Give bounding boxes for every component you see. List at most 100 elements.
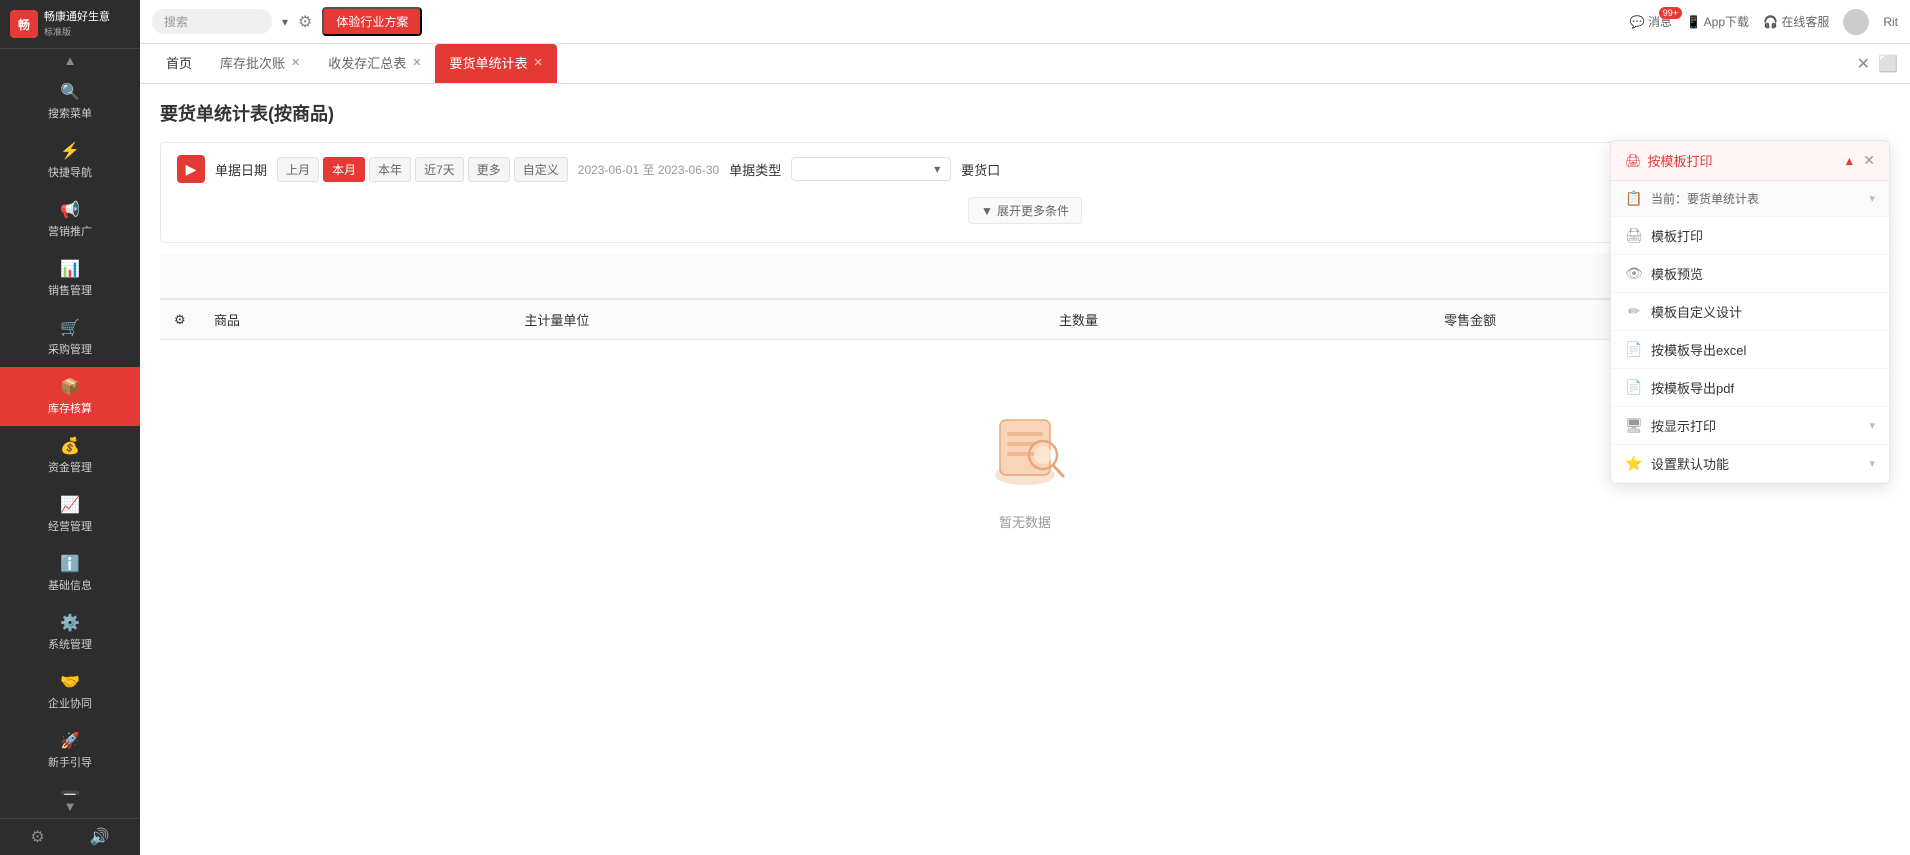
export-pdf-icon: 📄 xyxy=(1625,379,1643,396)
tab-inventory-batch-close[interactable]: ✕ xyxy=(291,56,300,69)
sidebar-item-label-operation: 经营管理 xyxy=(48,518,92,534)
window-buttons: ✕ ⬜ xyxy=(1857,54,1898,74)
basic-icon: ℹ️ xyxy=(60,554,80,574)
dropdown-chevron-icon[interactable]: ▲ xyxy=(1843,154,1855,168)
operation-icon: 📈 xyxy=(60,495,80,515)
sidebar-item-basic[interactable]: ℹ️ 基础信息 xyxy=(0,544,140,603)
date-btn-more[interactable]: 更多 xyxy=(468,157,510,182)
dropdown-close-icon[interactable]: ✕ xyxy=(1863,152,1875,169)
empty-icon xyxy=(975,400,1075,500)
dropdown-item-set-default[interactable]: ⭐ 设置默认功能 ▾ xyxy=(1611,445,1889,483)
dropdown-header: 🖨 按模板打印 ▲ ✕ xyxy=(1611,141,1889,181)
logo-area: 畅 畅康通好生意 标准版 xyxy=(0,0,140,49)
dropdown-item-display-print[interactable]: 🖥 按显示打印 ▾ xyxy=(1611,407,1889,445)
filter-toggle-btn[interactable]: ▶ xyxy=(177,155,205,183)
settings-icon[interactable]: ⚙ xyxy=(30,827,44,847)
tab-home[interactable]: 首页 xyxy=(152,44,206,83)
date-btn-this-month[interactable]: 本月 xyxy=(323,157,365,182)
message-icon: 💬 xyxy=(1630,15,1645,29)
template-design-label: 模板自定义设计 xyxy=(1651,302,1742,321)
finance-icon: 💰 xyxy=(60,436,80,456)
sidebar-item-search[interactable]: 🔍搜索菜单 xyxy=(0,72,140,131)
sidebar-footer: ⚙ 🔊 xyxy=(0,818,140,855)
sidebar-item-appstore[interactable]: 🔲应用中心 xyxy=(0,780,140,795)
maximize-window-icon[interactable]: ⬜ xyxy=(1878,54,1898,74)
sidebar-item-finance[interactable]: 💰资金管理 xyxy=(0,426,140,485)
col-goods: 商品 xyxy=(200,300,510,340)
sidebar-item-purchase[interactable]: 🛒 采购管理 xyxy=(0,308,140,367)
sidebar-item-label-basic: 基础信息 xyxy=(48,577,92,593)
app-name: 畅康通好生意 xyxy=(44,10,110,24)
col-settings[interactable]: ⚙ xyxy=(160,300,200,340)
expand-conditions-btn[interactable]: ▼ 展开更多条件 xyxy=(968,197,1082,224)
page-title: 要货单统计表(按商品) xyxy=(160,100,1890,126)
sidebar-item-system[interactable]: ⚙️系统管理 xyxy=(0,603,140,662)
template-preview-label: 模板预览 xyxy=(1651,264,1703,283)
topbar: 搜索 ▾ ⚙ 体验行业方案 💬 消息 99+ 📱 App下载 🎧 在线客服 Ri… xyxy=(140,0,1910,44)
user-avatar[interactable] xyxy=(1843,9,1869,35)
expand-icon: ▼ xyxy=(981,204,993,218)
app-badge: 标准版 xyxy=(44,25,110,38)
dropdown-item-template-print[interactable]: 🖨 模板打印 xyxy=(1611,217,1889,255)
tab-collection-summary[interactable]: 收发存汇总表 ✕ xyxy=(314,44,435,83)
type-filter-select[interactable]: ▾ xyxy=(791,157,951,181)
sidebar-item-label-shortcut: 快捷导航 xyxy=(48,164,92,180)
sidebar-item-marketing[interactable]: 📢营销推广 xyxy=(0,190,140,249)
dropdown-item-export-excel[interactable]: 📄 按模板导出excel xyxy=(1611,331,1889,369)
template-print-label: 模板打印 xyxy=(1651,226,1703,245)
sidebar-item-guide[interactable]: 🚀新手引导 xyxy=(0,721,140,780)
message-btn[interactable]: 💬 消息 99+ xyxy=(1630,13,1672,30)
guide-icon: 🚀 xyxy=(60,731,80,751)
date-btn-this-year[interactable]: 本年 xyxy=(369,157,411,182)
col-unit: 主计量单位 xyxy=(510,300,1045,340)
date-range-display: 2023-06-01 至 2023-06-30 xyxy=(578,161,719,178)
scroll-up-btn[interactable]: ▲ xyxy=(0,49,140,72)
logo-text-block: 畅康通好生意 标准版 xyxy=(44,10,110,37)
type-filter-label: 单据类型 xyxy=(729,160,781,179)
purchase-icon: 🛒 xyxy=(60,318,80,338)
trial-button[interactable]: 体验行业方案 xyxy=(322,7,422,36)
tab-collection-summary-close[interactable]: ✕ xyxy=(412,56,421,69)
message-count: 99+ xyxy=(1659,7,1682,19)
sidebar-item-inventory[interactable]: 📦库存核算 xyxy=(0,367,140,426)
sidebar-item-shortcut[interactable]: ⚡快捷导航 xyxy=(0,131,140,190)
topbar-search[interactable]: 搜索 xyxy=(152,9,272,34)
dropdown-item-template-preview[interactable]: 👁 模板预览 xyxy=(1611,255,1889,293)
tab-inventory-batch-label: 库存批次账 xyxy=(220,53,285,72)
dropdown-current-template[interactable]: 📋 当前：要货单统计表 ▾ xyxy=(1611,181,1889,217)
collab-icon: 🤝 xyxy=(60,672,80,692)
col-quantity: 主数量 xyxy=(1045,300,1430,340)
headset-icon: 🎧 xyxy=(1763,15,1778,29)
tab-requisition-stats-close[interactable]: ✕ xyxy=(534,56,543,69)
date-btn-7days[interactable]: 近7天 xyxy=(415,157,464,182)
online-service-btn[interactable]: 🎧 在线客服 xyxy=(1763,13,1829,30)
date-buttons: 上月 本月 本年 近7天 更多 自定义 xyxy=(277,157,568,182)
topbar-actions: 💬 消息 99+ 📱 App下载 🎧 在线客服 Rit xyxy=(1630,9,1898,35)
current-expand-icon: ▾ xyxy=(1869,192,1875,205)
tab-requisition-stats[interactable]: 要货单统计表 ✕ xyxy=(435,44,556,83)
sidebar-item-label-purchase: 采购管理 xyxy=(48,341,92,357)
sales-icon: 📊 xyxy=(60,259,80,279)
scroll-down-btn[interactable]: ▼ xyxy=(0,795,140,818)
topbar-gear-icon[interactable]: ⚙ xyxy=(298,12,312,32)
speaker-icon[interactable]: 🔊 xyxy=(90,827,110,847)
app-download-btn[interactable]: 📱 App下载 xyxy=(1686,13,1749,30)
date-btn-custom[interactable]: 自定义 xyxy=(514,157,568,182)
sidebar-item-operation[interactable]: 📈 经营管理 xyxy=(0,485,140,544)
dropdown-item-export-pdf[interactable]: 📄 按模板导出pdf xyxy=(1611,369,1889,407)
date-btn-last-month[interactable]: 上月 xyxy=(277,157,319,182)
username-label: Rit xyxy=(1883,15,1898,29)
export-pdf-label: 按模板导出pdf xyxy=(1651,378,1734,397)
sidebar-item-label-marketing: 营销推广 xyxy=(48,223,92,239)
sidebar-item-label-inventory: 库存核算 xyxy=(48,400,92,416)
sidebar-item-label-sales: 销售管理 xyxy=(48,282,92,298)
sidebar-item-sales[interactable]: 📊 销售管理 xyxy=(0,249,140,308)
tab-inventory-batch[interactable]: 库存批次账 ✕ xyxy=(206,44,314,83)
sidebar: 畅 畅康通好生意 标准版 ▲ 🔍搜索菜单⚡快捷导航📢营销推广 📊 销售管理 🛒 采购管理… xyxy=(0,0,140,855)
topbar-dropdown-icon[interactable]: ▾ xyxy=(282,15,288,29)
logo-icon: 畅 xyxy=(10,10,38,38)
close-window-icon[interactable]: ✕ xyxy=(1857,54,1870,74)
sidebar-item-collab[interactable]: 🤝企业协同 xyxy=(0,662,140,721)
sidebar-nav: 🔍搜索菜单⚡快捷导航📢营销推广 📊 销售管理 🛒 采购管理 📦库存核算💰资金管理 📈 经营管理… xyxy=(0,72,140,795)
dropdown-item-template-design[interactable]: ✏ 模板自定义设计 xyxy=(1611,293,1889,331)
